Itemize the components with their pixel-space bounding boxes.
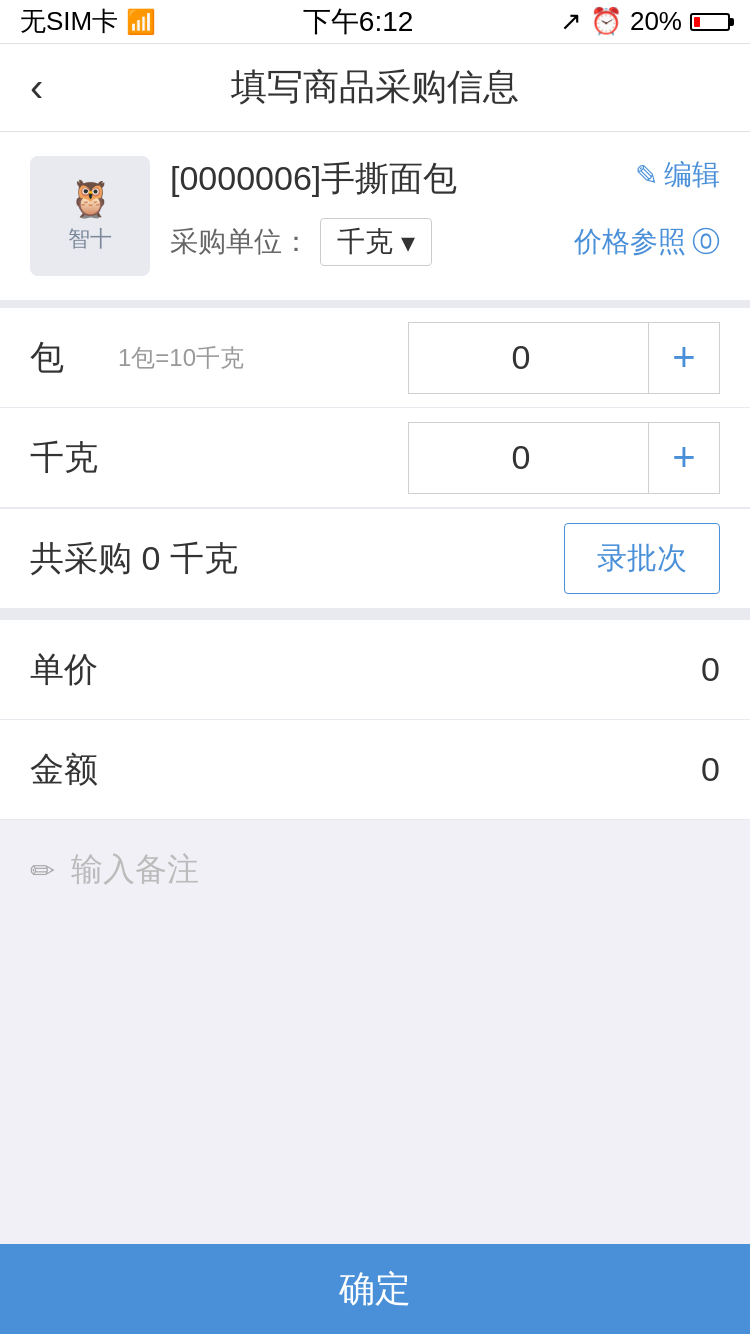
chevron-down-icon: ▾ (401, 226, 415, 259)
product-card: 🦉 智十 [0000006]手撕面包 ✎ 编辑 采购单位： 千克 ▾ 价格参照 (0, 132, 750, 308)
back-button[interactable]: ‹ (30, 65, 43, 110)
unit-value: 千克 (337, 223, 393, 261)
kg-input-group: + (408, 422, 720, 494)
status-right: ↗ ⏰ 20% (560, 6, 730, 37)
package-row: 包 1包=10千克 + (0, 308, 750, 408)
battery-fill (694, 17, 700, 27)
confirm-section: 确定 (0, 1244, 750, 1334)
product-logo-owl: 🦉 (68, 178, 113, 220)
unit-price-label: 单价 (30, 647, 98, 693)
kg-row: 千克 + (0, 408, 750, 508)
status-bar: 无SIM卡 📶 下午6:12 ↗ ⏰ 20% (0, 0, 750, 44)
product-logo: 🦉 智十 (30, 156, 150, 276)
package-sublabel: 1包=10千克 (118, 342, 244, 374)
location-icon: ↗ (560, 6, 582, 37)
product-unit-row: 采购单位： 千克 ▾ 价格参照 ⓪ (170, 218, 720, 266)
pencil-icon: ✏ (30, 853, 55, 888)
package-input-group: + (408, 322, 720, 394)
package-label: 包 (30, 335, 110, 381)
note-placeholder: 输入备注 (71, 848, 199, 892)
price-ref-label: 价格参照 (574, 223, 686, 261)
package-plus-button[interactable]: + (648, 322, 720, 394)
price-ref-button[interactable]: 价格参照 ⓪ (574, 223, 720, 261)
wifi-icon: 📶 (126, 8, 156, 36)
amount-value: 0 (701, 750, 720, 789)
form-section: 包 1包=10千克 + 千克 + 共采购 0 千克 录批次 (0, 308, 750, 608)
note-section[interactable]: ✏ 输入备注 (0, 820, 750, 920)
edit-label: 编辑 (664, 156, 720, 194)
help-icon: ⓪ (692, 223, 720, 261)
carrier-label: 无SIM卡 (20, 4, 118, 39)
kg-input[interactable] (408, 422, 648, 494)
price-section: 单价 0 金额 0 (0, 620, 750, 820)
product-title: 手撕面包 (321, 159, 457, 197)
product-id: [0000006] (170, 159, 321, 197)
battery-indicator (690, 13, 730, 31)
section-divider (0, 608, 750, 620)
status-left: 无SIM卡 📶 (20, 4, 156, 39)
page-title: 填写商品采购信息 (231, 63, 519, 112)
edit-icon: ✎ (635, 159, 658, 192)
unit-label: 采购单位： (170, 223, 310, 261)
battery-percent: 20% (630, 6, 682, 37)
edit-button[interactable]: ✎ 编辑 (635, 156, 720, 194)
amount-row: 金额 0 (0, 720, 750, 820)
product-info: [0000006]手撕面包 ✎ 编辑 采购单位： 千克 ▾ 价格参照 ⓪ (170, 156, 720, 266)
product-name: [0000006]手撕面包 (170, 156, 457, 202)
package-input[interactable] (408, 322, 648, 394)
product-header: [0000006]手撕面包 ✎ 编辑 (170, 156, 720, 202)
unit-price-row: 单价 0 (0, 620, 750, 720)
kg-plus-button[interactable]: + (648, 422, 720, 494)
unit-price-value: 0 (701, 650, 720, 689)
summary-row: 共采购 0 千克 录批次 (0, 508, 750, 608)
product-logo-text: 智十 (68, 224, 112, 254)
nav-bar: ‹ 填写商品采购信息 (0, 44, 750, 132)
batch-button[interactable]: 录批次 (564, 523, 720, 594)
summary-text: 共采购 0 千克 (30, 536, 238, 582)
confirm-button[interactable]: 确定 (0, 1244, 750, 1334)
amount-label: 金额 (30, 747, 98, 793)
alarm-icon: ⏰ (590, 6, 622, 37)
status-time: 下午6:12 (303, 3, 414, 41)
kg-label: 千克 (30, 435, 110, 481)
unit-select[interactable]: 千克 ▾ (320, 218, 432, 266)
